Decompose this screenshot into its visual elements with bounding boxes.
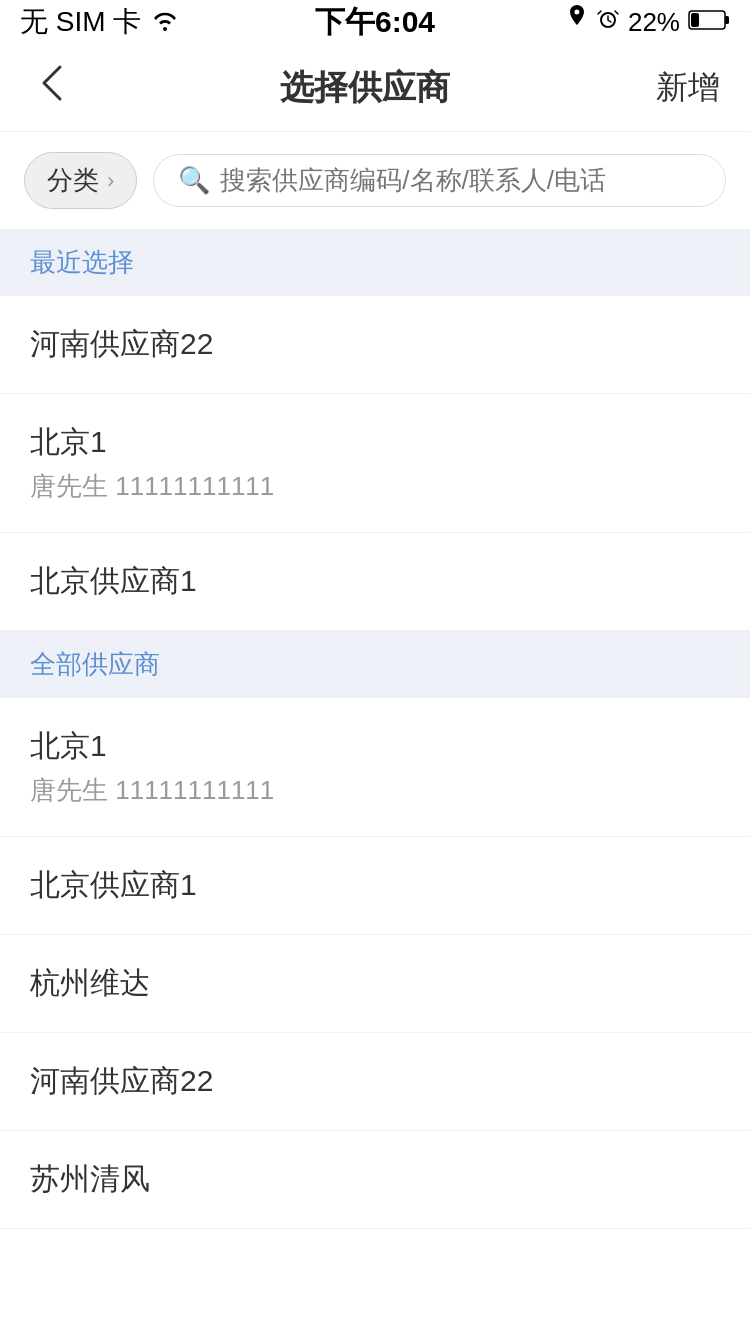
list-item[interactable]: 北京供应商1 bbox=[0, 533, 750, 631]
carrier-text: 无 SIM 卡 bbox=[20, 3, 141, 41]
back-button[interactable] bbox=[30, 53, 74, 122]
status-carrier: 无 SIM 卡 bbox=[20, 3, 179, 41]
location-icon bbox=[566, 5, 588, 40]
item-sub: 唐先生 11111111111 bbox=[30, 469, 720, 504]
item-name: 北京供应商1 bbox=[30, 561, 720, 602]
all-list: 北京1 唐先生 11111111111 北京供应商1 杭州维达 河南供应商22 … bbox=[0, 698, 750, 1229]
svg-rect-3 bbox=[691, 13, 699, 27]
wifi-icon bbox=[151, 6, 179, 38]
list-item[interactable]: 河南供应商22 bbox=[0, 1033, 750, 1131]
status-right: 22% bbox=[566, 5, 730, 40]
item-name: 杭州维达 bbox=[30, 963, 720, 1004]
item-name: 河南供应商22 bbox=[30, 324, 720, 365]
item-sub: 唐先生 11111111111 bbox=[30, 773, 720, 808]
filter-bar: 分类 › 🔍 bbox=[0, 132, 750, 229]
item-name: 河南供应商22 bbox=[30, 1061, 720, 1102]
battery-icon bbox=[688, 7, 730, 38]
page-title: 选择供应商 bbox=[280, 65, 450, 111]
all-section-header: 全部供应商 bbox=[0, 631, 750, 698]
list-item[interactable]: 北京供应商1 bbox=[0, 837, 750, 935]
status-bar: 无 SIM 卡 下午6:04 22% bbox=[0, 0, 750, 44]
recent-section-label: 最近选择 bbox=[30, 247, 134, 277]
item-name: 北京1 bbox=[30, 726, 720, 767]
recent-section-header: 最近选择 bbox=[0, 229, 750, 296]
item-name: 北京1 bbox=[30, 422, 720, 463]
search-icon: 🔍 bbox=[178, 165, 210, 196]
list-item[interactable]: 北京1 唐先生 11111111111 bbox=[0, 698, 750, 837]
item-name: 北京供应商1 bbox=[30, 865, 720, 906]
alarm-icon bbox=[596, 7, 620, 38]
nav-bar: 选择供应商 新增 bbox=[0, 44, 750, 132]
list-item[interactable]: 河南供应商22 bbox=[0, 296, 750, 394]
item-name: 苏州清风 bbox=[30, 1159, 720, 1200]
all-section-label: 全部供应商 bbox=[30, 649, 160, 679]
chevron-right-icon: › bbox=[107, 168, 114, 194]
add-button[interactable]: 新增 bbox=[656, 66, 720, 110]
recent-list: 河南供应商22 北京1 唐先生 11111111111 北京供应商1 bbox=[0, 296, 750, 631]
list-item[interactable]: 北京1 唐先生 11111111111 bbox=[0, 394, 750, 533]
category-label: 分类 bbox=[47, 163, 99, 198]
status-time: 下午6:04 bbox=[315, 2, 435, 43]
search-box: 🔍 bbox=[153, 154, 726, 207]
list-item[interactable]: 苏州清风 bbox=[0, 1131, 750, 1229]
battery-text: 22% bbox=[628, 7, 680, 38]
svg-rect-2 bbox=[725, 16, 729, 24]
search-input[interactable] bbox=[220, 165, 701, 196]
list-item[interactable]: 杭州维达 bbox=[0, 935, 750, 1033]
category-filter-button[interactable]: 分类 › bbox=[24, 152, 137, 209]
